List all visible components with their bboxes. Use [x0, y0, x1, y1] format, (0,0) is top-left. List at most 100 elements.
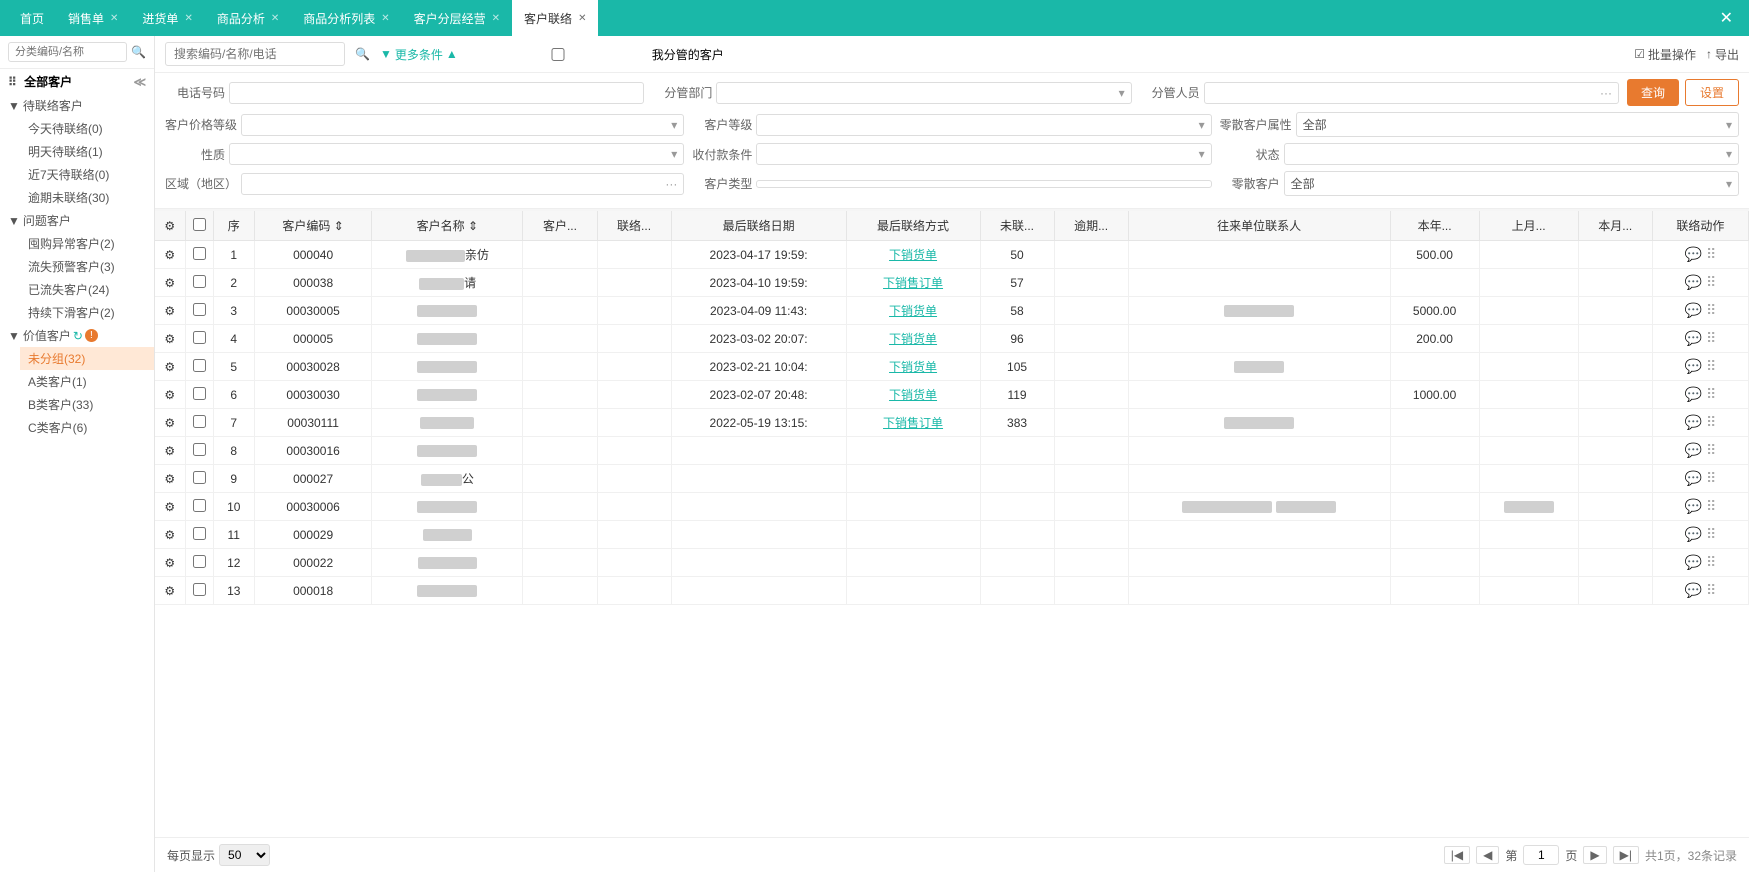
close-analysis-tab[interactable]: ✕: [271, 13, 279, 24]
row-select-checkbox[interactable]: [193, 583, 206, 596]
close-sales-tab[interactable]: ✕: [110, 13, 118, 24]
main-search-button[interactable]: 🔍: [355, 47, 370, 61]
close-tier-tab[interactable]: ✕: [492, 13, 500, 24]
sidebar-all-customers[interactable]: ⠿ 全部客户 ≪: [0, 69, 154, 94]
chat-icon[interactable]: 💬: [1685, 358, 1702, 375]
row-settings[interactable]: ⚙: [155, 297, 185, 325]
window-close-button[interactable]: ✕: [1712, 8, 1741, 28]
row-checkbox[interactable]: [185, 381, 213, 409]
row-checkbox[interactable]: [185, 493, 213, 521]
more-action-icon[interactable]: ⠿: [1706, 414, 1716, 431]
more-action-icon[interactable]: ⠿: [1706, 330, 1716, 347]
sidebar-value-header[interactable]: ▼ 价值客户 ↻ !: [0, 324, 154, 347]
row-settings[interactable]: ⚙: [155, 465, 185, 493]
close-contact-tab[interactable]: ✕: [578, 13, 586, 24]
first-page-button[interactable]: |◀: [1444, 846, 1470, 864]
row-checkbox[interactable]: [185, 297, 213, 325]
row-settings[interactable]: ⚙: [155, 269, 185, 297]
row-select-checkbox[interactable]: [193, 555, 206, 568]
tab-sales[interactable]: 销售单 ✕: [56, 0, 130, 36]
row-select-checkbox[interactable]: [193, 415, 206, 428]
select-all-col-header[interactable]: [185, 211, 213, 241]
price-grade-select[interactable]: ▾: [241, 114, 684, 136]
last-method-link[interactable]: 下销货单: [889, 360, 937, 374]
row-settings[interactable]: ⚙: [155, 521, 185, 549]
sidebar-search-input[interactable]: [8, 42, 127, 62]
query-button[interactable]: 查询: [1627, 79, 1679, 106]
sidebar-item-today[interactable]: 今天待联络(0): [20, 117, 154, 140]
sidebar-item-7days[interactable]: 近7天待联络(0): [20, 163, 154, 186]
sidebar-item-declining[interactable]: 持续下滑客户(2): [20, 301, 154, 324]
page-number-input[interactable]: [1523, 845, 1559, 865]
region-select[interactable]: ···: [241, 173, 684, 195]
row-select-checkbox[interactable]: [193, 247, 206, 260]
staff-more-icon[interactable]: ···: [1600, 86, 1612, 100]
last-method-link[interactable]: 下销货单: [889, 304, 937, 318]
home-tab[interactable]: 首页: [8, 0, 56, 36]
more-action-icon[interactable]: ⠿: [1706, 526, 1716, 543]
sidebar-problem-header[interactable]: ▼ 问题客户: [0, 209, 154, 232]
tab-purchase[interactable]: 进货单 ✕: [130, 0, 204, 36]
row-settings[interactable]: ⚙: [155, 549, 185, 577]
row-checkbox[interactable]: [185, 521, 213, 549]
row-select-checkbox[interactable]: [193, 275, 206, 288]
retail-attr-select[interactable]: 全部 ▾: [1296, 112, 1739, 137]
more-action-icon[interactable]: ⠿: [1706, 302, 1716, 319]
row-settings[interactable]: ⚙: [155, 577, 185, 605]
chat-icon[interactable]: 💬: [1685, 302, 1702, 319]
row-select-checkbox[interactable]: [193, 443, 206, 456]
more-action-icon[interactable]: ⠿: [1706, 470, 1716, 487]
more-action-icon[interactable]: ⠿: [1706, 386, 1716, 403]
my-customers-checkbox-label[interactable]: 我分管的客户: [468, 46, 724, 63]
more-action-icon[interactable]: ⠿: [1706, 246, 1716, 263]
main-search-input[interactable]: [165, 42, 345, 66]
tab-analysis[interactable]: 商品分析 ✕: [205, 0, 291, 36]
last-method-link[interactable]: 下销货单: [889, 248, 937, 262]
last-method-link[interactable]: 下销货单: [889, 332, 937, 346]
chat-icon[interactable]: 💬: [1685, 330, 1702, 347]
row-checkbox[interactable]: [185, 577, 213, 605]
batch-ops-button[interactable]: ☑ 批量操作: [1634, 46, 1696, 63]
phone-input[interactable]: [229, 82, 644, 104]
more-action-icon[interactable]: ⠿: [1706, 274, 1716, 291]
tab-customer-tier[interactable]: 客户分层经营 ✕: [402, 0, 512, 36]
region-more-icon[interactable]: ···: [665, 177, 677, 191]
chat-icon[interactable]: 💬: [1685, 582, 1702, 599]
col-header-code[interactable]: 客户编码 ⇕: [255, 211, 372, 241]
prev-page-button[interactable]: ◀: [1476, 846, 1499, 864]
last-method-link[interactable]: 下销售订单: [883, 276, 943, 290]
chat-icon[interactable]: 💬: [1685, 498, 1702, 515]
sidebar-item-grade-c[interactable]: C类客户(6): [20, 416, 154, 439]
col-header-name[interactable]: 客户名称 ⇕: [372, 211, 523, 241]
sidebar-item-hoard-abnormal[interactable]: 囤购异常客户(2): [20, 232, 154, 255]
chat-icon[interactable]: 💬: [1685, 554, 1702, 571]
chat-icon[interactable]: 💬: [1685, 386, 1702, 403]
more-conditions-button[interactable]: ▼ 更多条件 ▲: [380, 46, 458, 63]
next-page-button[interactable]: ▶: [1583, 846, 1606, 864]
sidebar-item-ungraded[interactable]: 未分组(32): [20, 347, 154, 370]
row-checkbox[interactable]: [185, 269, 213, 297]
more-action-icon[interactable]: ⠿: [1706, 358, 1716, 375]
row-select-checkbox[interactable]: [193, 387, 206, 400]
chat-icon[interactable]: 💬: [1685, 274, 1702, 291]
chat-icon[interactable]: 💬: [1685, 442, 1702, 459]
retail-customer-select[interactable]: 全部 ▾: [1284, 171, 1739, 196]
more-action-icon[interactable]: ⠿: [1706, 582, 1716, 599]
row-settings[interactable]: ⚙: [155, 325, 185, 353]
row-settings[interactable]: ⚙: [155, 353, 185, 381]
more-action-icon[interactable]: ⠿: [1706, 554, 1716, 571]
per-page-select[interactable]: 50 20 100: [219, 844, 270, 866]
last-page-button[interactable]: ▶|: [1613, 846, 1639, 864]
customer-type-select[interactable]: [756, 180, 1211, 188]
tab-analysis-list[interactable]: 商品分析列表 ✕: [291, 0, 401, 36]
sidebar-item-tomorrow[interactable]: 明天待联络(1): [20, 140, 154, 163]
row-checkbox[interactable]: [185, 465, 213, 493]
sidebar-search-icon[interactable]: 🔍: [131, 45, 146, 59]
row-settings[interactable]: ⚙: [155, 493, 185, 521]
staff-select[interactable]: ···: [1204, 82, 1619, 104]
collapse-icon[interactable]: ≪: [133, 75, 146, 89]
settings-col-header[interactable]: ⚙: [155, 211, 185, 241]
row-select-checkbox[interactable]: [193, 471, 206, 484]
row-select-checkbox[interactable]: [193, 303, 206, 316]
more-action-icon[interactable]: ⠿: [1706, 442, 1716, 459]
